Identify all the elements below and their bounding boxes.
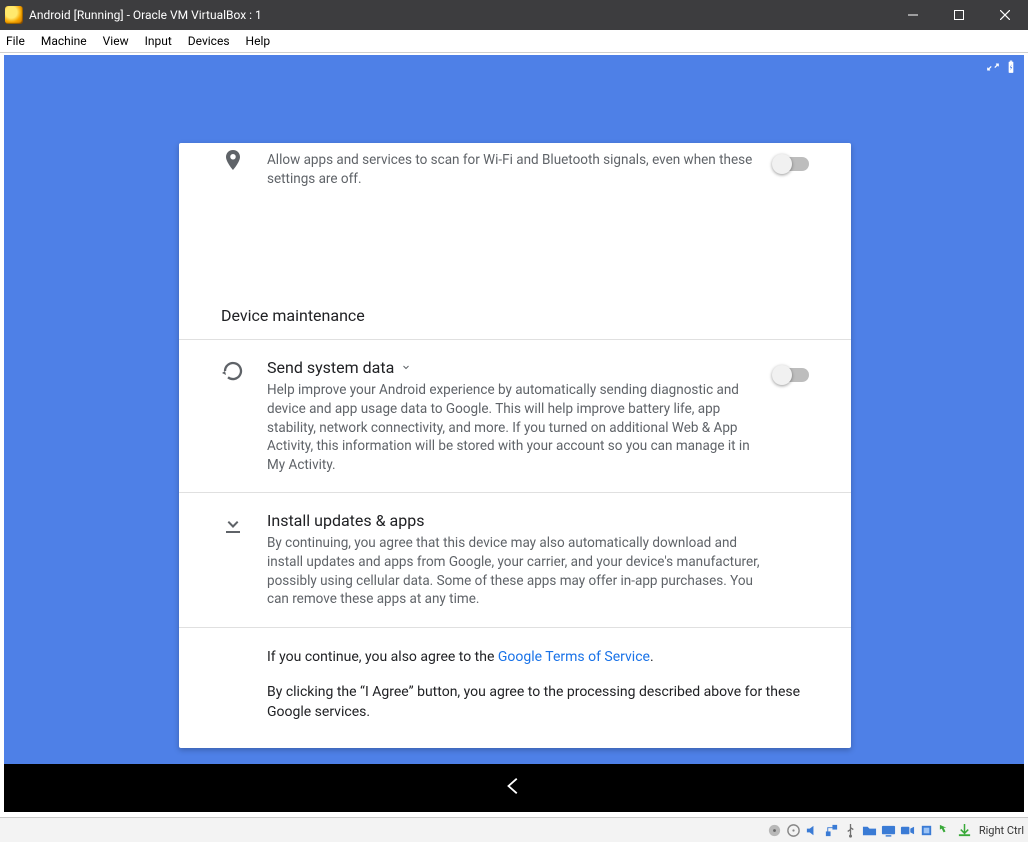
sb-cpu-icon[interactable]: [918, 822, 935, 838]
sb-keyboard-icon[interactable]: [956, 822, 973, 838]
virtualbox-statusbar: Right Ctrl: [0, 817, 1028, 842]
location-scanning-desc: Allow apps and services to scan for Wi-F…: [267, 151, 763, 188]
android-statusbar: [986, 59, 1018, 73]
row-body: Allow apps and services to scan for Wi-F…: [267, 147, 763, 188]
back-button[interactable]: [503, 775, 525, 801]
toggle-location-scanning[interactable]: [775, 157, 809, 171]
battery-charging-icon: [1004, 59, 1018, 73]
menu-devices[interactable]: Devices: [188, 34, 230, 48]
sb-harddisk-icon[interactable]: [766, 822, 783, 838]
google-tos-link[interactable]: Google Terms of Service: [498, 649, 650, 665]
send-system-data-title-text: Send system data: [267, 358, 394, 377]
menu-view[interactable]: View: [103, 34, 129, 48]
toggle-send-system-data[interactable]: [775, 368, 809, 382]
location-icon: [221, 148, 245, 188]
app-root: Android [Running] - Oracle VM VirtualBox…: [0, 0, 1028, 842]
sb-optical-icon[interactable]: [785, 822, 802, 838]
menu-input[interactable]: Input: [145, 34, 172, 48]
minimize-button[interactable]: [890, 0, 936, 30]
window-titlebar: Android [Running] - Oracle VM VirtualBox…: [0, 0, 1028, 30]
card-footer: If you continue, you also agree to the G…: [179, 627, 851, 748]
row-install-updates: Install updates & apps By continuing, yo…: [179, 492, 851, 627]
android-navbar: [4, 764, 1024, 812]
section-heading-device-maintenance: Device maintenance: [179, 306, 851, 325]
android-screen: Allow apps and services to scan for Wi-F…: [4, 55, 1024, 812]
send-system-data-title: Send system data: [267, 358, 763, 377]
sb-usb-icon[interactable]: [842, 822, 859, 838]
sb-network-icon[interactable]: [823, 822, 840, 838]
menubar: File Machine View Input Devices Help: [0, 30, 1028, 53]
menu-file[interactable]: File: [6, 34, 25, 48]
window-title: Android [Running] - Oracle VM VirtualBox…: [29, 8, 262, 22]
close-button[interactable]: [982, 0, 1028, 30]
row-location-scanning: Allow apps and services to scan for Wi-F…: [179, 143, 851, 206]
tos-line: If you continue, you also agree to the G…: [267, 648, 809, 668]
agree-explain: By clicking the “I Agree” button, you ag…: [267, 683, 809, 722]
sb-recording-icon[interactable]: [899, 822, 916, 838]
sb-mouse-icon[interactable]: [937, 822, 954, 838]
chevron-down-icon: [400, 358, 412, 377]
virtualbox-logo-icon: [5, 6, 23, 24]
menu-machine[interactable]: Machine: [41, 34, 87, 48]
guest-viewport: Allow apps and services to scan for Wi-F…: [4, 55, 1024, 812]
row-send-system-data[interactable]: Send system data Help improve your Andro…: [179, 339, 851, 492]
download-icon: [221, 512, 245, 609]
google-services-card: Allow apps and services to scan for Wi-F…: [179, 143, 851, 748]
maximize-button[interactable]: [936, 0, 982, 30]
tos-prefix: If you continue, you also agree to the: [267, 649, 498, 665]
sb-display-icon[interactable]: [880, 822, 897, 838]
sb-audio-icon[interactable]: [804, 822, 821, 838]
install-updates-title: Install updates & apps: [267, 511, 763, 530]
expand-icon: [986, 59, 1000, 73]
sb-hostkey-label: Right Ctrl: [979, 824, 1024, 837]
menu-help[interactable]: Help: [246, 34, 271, 48]
send-system-data-desc: Help improve your Android experience by …: [267, 381, 763, 474]
tos-suffix: .: [650, 649, 654, 665]
refresh-icon: [221, 359, 245, 474]
sb-shared-folders-icon[interactable]: [861, 822, 878, 838]
install-updates-desc: By continuing, you agree that this devic…: [267, 534, 763, 609]
